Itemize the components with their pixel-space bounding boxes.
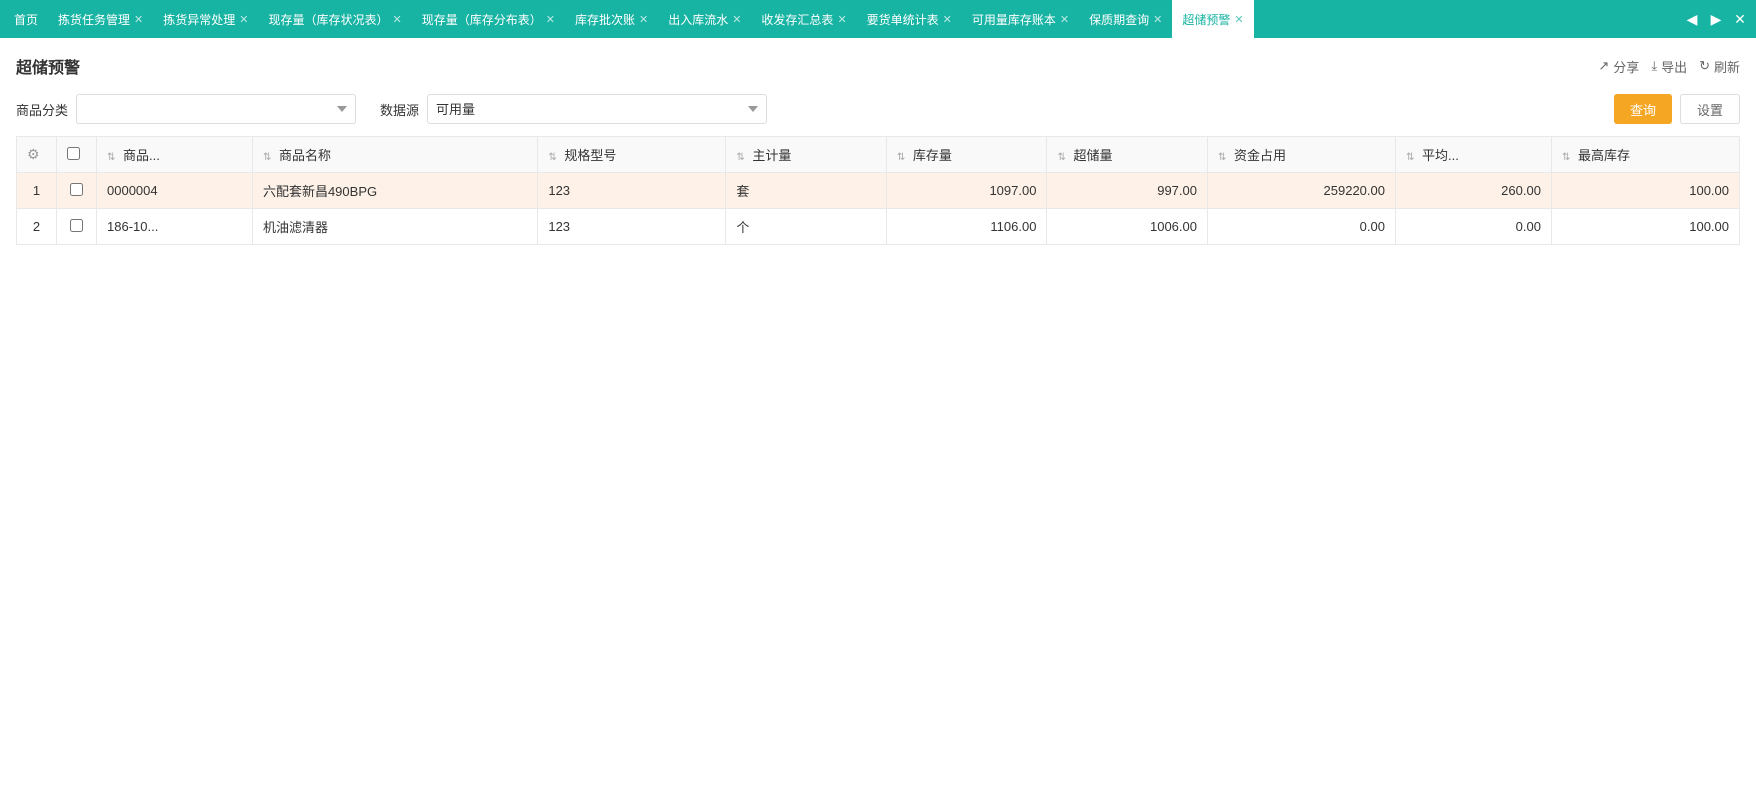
sort-icon: ⇅ (1406, 152, 1414, 163)
row-checkbox-cell (57, 173, 97, 209)
settings-button[interactable]: 设置 (1680, 94, 1740, 124)
cell-stock: 1097.00 (886, 173, 1047, 209)
close-icon[interactable]: ✕ (134, 13, 143, 26)
nav-item-expiry[interactable]: 保质期查询 ✕ (1079, 0, 1172, 38)
datasource-label: 数据源 (380, 100, 419, 119)
sort-icon: ⇅ (1057, 152, 1065, 163)
close-icon[interactable]: ✕ (546, 13, 555, 26)
export-icon: ⤓ (1651, 58, 1657, 74)
th-checkbox (57, 137, 97, 173)
nav-arrow-group: ◀ ▶ ✕ (1680, 0, 1752, 38)
row-number: 1 (17, 173, 57, 209)
cell-overstock: 997.00 (1047, 173, 1208, 209)
th-product-code: ⇅ 商品... (97, 137, 253, 173)
top-navigation: 首页 拣货任务管理 ✕ 拣货异常处理 ✕ 现存量（库存状况表） ✕ 现存量（库存… (0, 0, 1756, 38)
close-icon[interactable]: ✕ (393, 13, 402, 26)
select-all-checkbox[interactable] (67, 147, 80, 160)
close-icon[interactable]: ✕ (1234, 13, 1243, 26)
th-stock: ⇅ 库存量 (886, 137, 1047, 173)
nav-next-button[interactable]: ▶ (1704, 0, 1728, 38)
action-buttons: 查询 设置 (1614, 94, 1740, 124)
nav-prev-button[interactable]: ◀ (1680, 0, 1704, 38)
th-product-name: ⇅ 商品名称 (252, 137, 537, 173)
nav-item-overstock[interactable]: 超储预警 ✕ (1172, 0, 1253, 38)
refresh-button[interactable]: ↻ 刷新 (1699, 57, 1740, 76)
table-row: 2 186-10... 机油滤清器 123 个 1106.00 1006.00 … (17, 209, 1740, 245)
close-icon[interactable]: ✕ (1060, 13, 1069, 26)
nav-item-exception[interactable]: 拣货异常处理 ✕ (153, 0, 258, 38)
gear-icon[interactable]: ⚙ (27, 146, 40, 162)
cell-stock: 1106.00 (886, 209, 1047, 245)
cell-overstock: 1006.00 (1047, 209, 1208, 245)
sort-icon: ⇅ (1218, 152, 1226, 163)
page-header: 超储预警 ↗ 分享 ⤓ 导出 ↻ 刷新 (16, 54, 1740, 78)
category-select[interactable] (76, 94, 356, 124)
query-button[interactable]: 查询 (1614, 94, 1672, 124)
close-icon[interactable]: ✕ (837, 13, 846, 26)
cell-product-name: 六配套新昌490BPG (252, 173, 537, 209)
sort-icon: ⇅ (548, 152, 556, 163)
sort-icon: ⇅ (736, 152, 744, 163)
cell-unit: 个 (726, 209, 887, 245)
th-spec: ⇅ 规格型号 (538, 137, 726, 173)
nav-item-available-stock[interactable]: 可用量库存账本 ✕ (962, 0, 1079, 38)
category-label: 商品分类 (16, 100, 68, 119)
cell-product-code: 186-10... (97, 209, 253, 245)
nav-item-home[interactable]: 首页 (4, 0, 48, 38)
nav-item-order-stats[interactable]: 要货单统计表 ✕ (857, 0, 962, 38)
th-gear: ⚙ (17, 137, 57, 173)
table-row: 1 0000004 六配套新昌490BPG 123 套 1097.00 997.… (17, 173, 1740, 209)
category-select-wrapper (76, 94, 356, 124)
datasource-select-wrapper: 可用量 库存量 (427, 94, 767, 124)
th-avg: ⇅ 平均... (1395, 137, 1551, 173)
cell-product-code: 0000004 (97, 173, 253, 209)
th-capital: ⇅ 资金占用 (1207, 137, 1395, 173)
cell-avg: 0.00 (1395, 209, 1551, 245)
nav-close-tab-button[interactable]: ✕ (1728, 0, 1752, 38)
nav-item-stock-status[interactable]: 现存量（库存状况表） ✕ (258, 0, 411, 38)
refresh-icon: ↻ (1699, 58, 1710, 74)
cell-capital: 0.00 (1207, 209, 1395, 245)
close-icon[interactable]: ✕ (732, 13, 741, 26)
page-title: 超储预警 (16, 54, 80, 78)
data-table: ⚙ ⇅ 商品... ⇅ 商品名称 ⇅ 规格型号 ⇅ (16, 136, 1740, 245)
category-filter-group: 商品分类 (16, 94, 356, 124)
export-button[interactable]: ⤓ 导出 (1651, 57, 1687, 76)
row-checkbox[interactable] (70, 219, 83, 232)
cell-avg: 260.00 (1395, 173, 1551, 209)
nav-item-stock-dist[interactable]: 现存量（库存分布表） ✕ (412, 0, 565, 38)
filter-row: 商品分类 数据源 可用量 库存量 查询 设置 (16, 94, 1740, 124)
row-number: 2 (17, 209, 57, 245)
nav-item-batch-account[interactable]: 库存批次账 ✕ (565, 0, 658, 38)
sort-icon: ⇅ (107, 152, 115, 163)
nav-item-summary[interactable]: 收发存汇总表 ✕ (751, 0, 856, 38)
cell-product-name: 机油滤清器 (252, 209, 537, 245)
cell-unit: 套 (726, 173, 887, 209)
cell-max-stock: 100.00 (1551, 173, 1739, 209)
row-checkbox-cell (57, 209, 97, 245)
cell-max-stock: 100.00 (1551, 209, 1739, 245)
sort-icon: ⇅ (897, 152, 905, 163)
header-actions: ↗ 分享 ⤓ 导出 ↻ 刷新 (1598, 57, 1740, 76)
close-icon[interactable]: ✕ (239, 13, 248, 26)
close-icon[interactable]: ✕ (1153, 13, 1162, 26)
cell-spec: 123 (538, 209, 726, 245)
datasource-filter-group: 数据源 可用量 库存量 (380, 94, 767, 124)
cell-spec: 123 (538, 173, 726, 209)
close-icon[interactable]: ✕ (943, 13, 952, 26)
th-unit: ⇅ 主计量 (726, 137, 887, 173)
share-icon: ↗ (1598, 58, 1609, 74)
cell-capital: 259220.00 (1207, 173, 1395, 209)
nav-item-inout-flow[interactable]: 出入库流水 ✕ (658, 0, 751, 38)
sort-icon: ⇅ (1562, 152, 1570, 163)
close-icon[interactable]: ✕ (639, 13, 648, 26)
sort-icon: ⇅ (263, 152, 271, 163)
nav-item-task-mgmt[interactable]: 拣货任务管理 ✕ (48, 0, 153, 38)
share-button[interactable]: ↗ 分享 (1598, 57, 1639, 76)
datasource-select[interactable]: 可用量 库存量 (427, 94, 767, 124)
page-content: 超储预警 ↗ 分享 ⤓ 导出 ↻ 刷新 商品分类 (0, 38, 1756, 800)
row-checkbox[interactable] (70, 183, 83, 196)
th-overstock: ⇅ 超储量 (1047, 137, 1208, 173)
th-max-stock: ⇅ 最高库存 (1551, 137, 1739, 173)
